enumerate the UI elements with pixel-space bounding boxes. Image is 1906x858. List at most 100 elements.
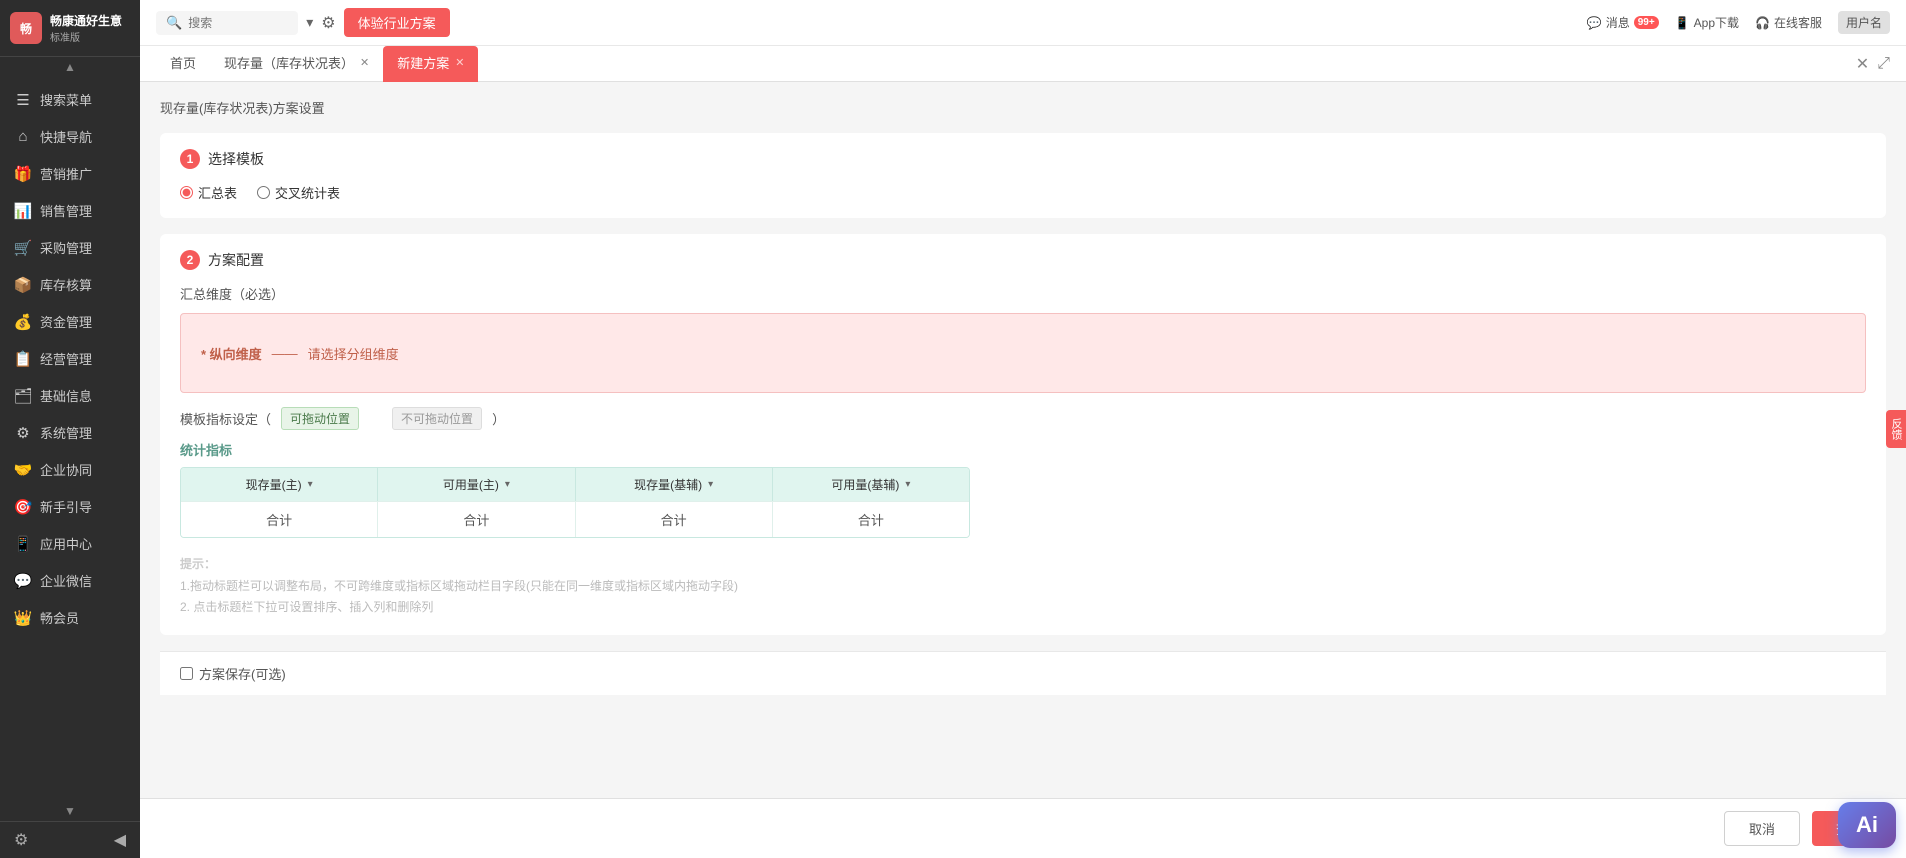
topbar-trial-button[interactable]: 体验行业方案: [344, 8, 450, 37]
sidebar-item-marketing[interactable]: 🎁 营销推广: [0, 155, 140, 192]
stats-table: 现存量(主) ▾ 可用量(主) ▾ 现存量(基辅) ▾ 可用量(基辅) ▾: [180, 467, 970, 538]
step2-title: 方案配置: [208, 250, 264, 270]
dimension-section-label: 汇总维度（必选）: [180, 284, 1866, 303]
topbar-app-download[interactable]: 📱 App下载: [1675, 14, 1739, 31]
quick-nav-icon: ⌂: [14, 128, 32, 146]
summary-radio[interactable]: [180, 186, 193, 199]
sidebar-item-member[interactable]: 👑 畅会员: [0, 599, 140, 636]
step1-header: 1 选择模板: [180, 149, 1866, 169]
stats-table-header: 现存量(主) ▾ 可用量(主) ▾ 现存量(基辅) ▾ 可用量(基辅) ▾: [181, 468, 969, 501]
topbar: 🔍 ▾ ⚙ 体验行业方案 💬 消息 99+ 📱 App下载 🎧 在线客服 用户名: [140, 0, 1906, 46]
sidebar-scroll-down[interactable]: ▼: [0, 801, 140, 821]
step2-card: 2 方案配置 汇总维度（必选） * 纵向维度 —— 请选择分组维度 模板指标设定…: [160, 234, 1886, 635]
member-icon: 👑: [14, 609, 32, 627]
sidebar-item-new-guide[interactable]: 🎯 新手引导: [0, 488, 140, 525]
inventory-icon: 📦: [14, 276, 32, 294]
content-area: 现存量(库存状况表)方案设置 1 选择模板 汇总表 交叉统计表 2: [140, 82, 1906, 798]
topbar-user-avatar[interactable]: 用户名: [1838, 11, 1890, 34]
sidebar-settings-button[interactable]: ⚙: [14, 830, 28, 850]
tip-item-0: 1.拖动标题栏可以调整布局，不可跨维度或指标区域拖动栏目字段(只能在同一维度或指…: [180, 576, 1866, 598]
cancel-button[interactable]: 取消: [1724, 811, 1800, 846]
system-icon: ⚙: [14, 424, 32, 442]
col-0-chevron[interactable]: ▾: [308, 479, 313, 490]
logo-icon: 畅: [10, 12, 42, 44]
sidebar-item-basic-info[interactable]: 🗂 基础信息: [0, 377, 140, 414]
topbar-online-service[interactable]: 🎧 在线客服: [1755, 14, 1822, 31]
stats-col-0[interactable]: 现存量(主) ▾: [181, 468, 378, 501]
template-radio-group: 汇总表 交叉统计表: [180, 183, 1866, 202]
bottom-bar: 取消 查询: [140, 798, 1906, 858]
app-icon: 📱: [1675, 16, 1690, 30]
template-summary-option[interactable]: 汇总表: [180, 183, 237, 202]
stats-col-2[interactable]: 现存量(基辅) ▾: [576, 468, 773, 501]
col-3-chevron[interactable]: ▾: [905, 479, 910, 490]
sidebar-item-operations[interactable]: 📋 经营管理: [0, 340, 140, 377]
tab-new-plan[interactable]: 新建方案 ✕: [383, 46, 478, 82]
col-2-chevron[interactable]: ▾: [708, 479, 713, 490]
tab-expand-button[interactable]: ⤢: [1877, 54, 1890, 74]
save-row: 方案保存(可选): [160, 651, 1886, 695]
template-cross-option[interactable]: 交叉统计表: [257, 183, 340, 202]
enterprise-icon: 🤝: [14, 461, 32, 479]
step2-badge: 2: [180, 250, 200, 270]
sidebar: 畅 畅康通好生意 标准版 ▲ ☰ 搜索菜单 ⌂ 快捷导航 🎁 营销推广 📊 销售…: [0, 0, 140, 858]
sidebar-nav: ☰ 搜索菜单 ⌂ 快捷导航 🎁 营销推广 📊 销售管理 🛒 采购管理 📦 库存核…: [0, 77, 140, 801]
service-icon: 🎧: [1755, 16, 1770, 30]
stats-cell-0-2: 合计: [576, 502, 773, 537]
sidebar-item-enterprise[interactable]: 🤝 企业协同: [0, 451, 140, 488]
purchase-icon: 🛒: [14, 239, 32, 257]
topbar-gear-button[interactable]: ⚙: [321, 13, 335, 33]
tabs-bar: 首页 现存量（库存状况表） ✕ 新建方案 ✕ ✕ ⤢: [140, 46, 1906, 82]
save-checkbox[interactable]: [180, 667, 193, 680]
sidebar-item-purchase[interactable]: 🛒 采购管理: [0, 229, 140, 266]
sidebar-item-app-center[interactable]: 📱 应用中心: [0, 525, 140, 562]
operations-icon: 📋: [14, 350, 32, 368]
sidebar-item-search-menu[interactable]: ☰ 搜索菜单: [0, 81, 140, 118]
indicator-settings-row: 模板指标设定（ 可拖动位置 不可拖动位置 ）: [180, 407, 1866, 430]
sidebar-item-system[interactable]: ⚙ 系统管理: [0, 414, 140, 451]
stats-cell-0-0: 合计: [181, 502, 378, 537]
search-icon: 🔍: [166, 15, 182, 31]
ai-float-button[interactable]: Ai: [1838, 802, 1896, 848]
message-icon: 💬: [1587, 16, 1602, 30]
tab-inventory-status[interactable]: 现存量（库存状况表） ✕: [210, 46, 383, 82]
app-center-icon: 📱: [14, 535, 32, 553]
sidebar-item-sales[interactable]: 📊 销售管理: [0, 192, 140, 229]
tab-actions: ✕ ⤢: [1856, 54, 1890, 74]
sidebar-scroll-up[interactable]: ▲: [0, 57, 140, 77]
stats-col-1[interactable]: 可用量(主) ▾: [378, 468, 575, 501]
search-input[interactable]: [188, 16, 288, 30]
tab-inventory-close-icon[interactable]: ✕: [360, 56, 369, 69]
page-title: 现存量(库存状况表)方案设置: [160, 98, 1886, 117]
wechat-icon: 💬: [14, 572, 32, 590]
sidebar-item-wechat[interactable]: 💬 企业微信: [0, 562, 140, 599]
finance-icon: 💰: [14, 313, 32, 331]
stats-cell-0-1: 合计: [378, 502, 575, 537]
right-side-float[interactable]: 反馈: [1886, 410, 1906, 448]
dimension-box[interactable]: * 纵向维度 —— 请选择分组维度: [180, 313, 1866, 393]
tab-new-plan-close-icon[interactable]: ✕: [455, 56, 464, 69]
col-1-chevron[interactable]: ▾: [505, 479, 510, 490]
stats-cell-0-3: 合计: [773, 502, 969, 537]
not-draggable-chip: 不可拖动位置: [392, 407, 482, 430]
step1-badge: 1: [180, 149, 200, 169]
tab-close-button[interactable]: ✕: [1856, 54, 1869, 74]
cross-radio[interactable]: [257, 186, 270, 199]
sales-icon: 📊: [14, 202, 32, 220]
new-guide-icon: 🎯: [14, 498, 32, 516]
topbar-message[interactable]: 💬 消息 99+: [1587, 14, 1659, 31]
sidebar-item-inventory[interactable]: 📦 库存核算: [0, 266, 140, 303]
main-area: 🔍 ▾ ⚙ 体验行业方案 💬 消息 99+ 📱 App下载 🎧 在线客服 用户名: [140, 0, 1906, 858]
step2-header: 2 方案配置: [180, 250, 1866, 270]
stats-col-3[interactable]: 可用量(基辅) ▾: [773, 468, 969, 501]
sidebar-item-finance[interactable]: 💰 资金管理: [0, 303, 140, 340]
sidebar-item-quick-nav[interactable]: ⌂ 快捷导航: [0, 118, 140, 155]
topbar-search-box[interactable]: 🔍: [156, 11, 298, 35]
sidebar-collapse-button[interactable]: ◀: [114, 830, 126, 850]
sidebar-logo: 畅 畅康通好生意 标准版: [0, 0, 140, 57]
tips-section: 提示： 1.拖动标题栏可以调整布局，不可跨维度或指标区域拖动栏目字段(只能在同一…: [180, 554, 1866, 619]
stats-table-row-0: 合计 合计 合计 合计: [181, 501, 969, 537]
topbar-dropdown-button[interactable]: ▾: [306, 14, 313, 31]
tab-home[interactable]: 首页: [156, 46, 210, 82]
logo-text: 畅康通好生意 标准版: [50, 12, 122, 44]
